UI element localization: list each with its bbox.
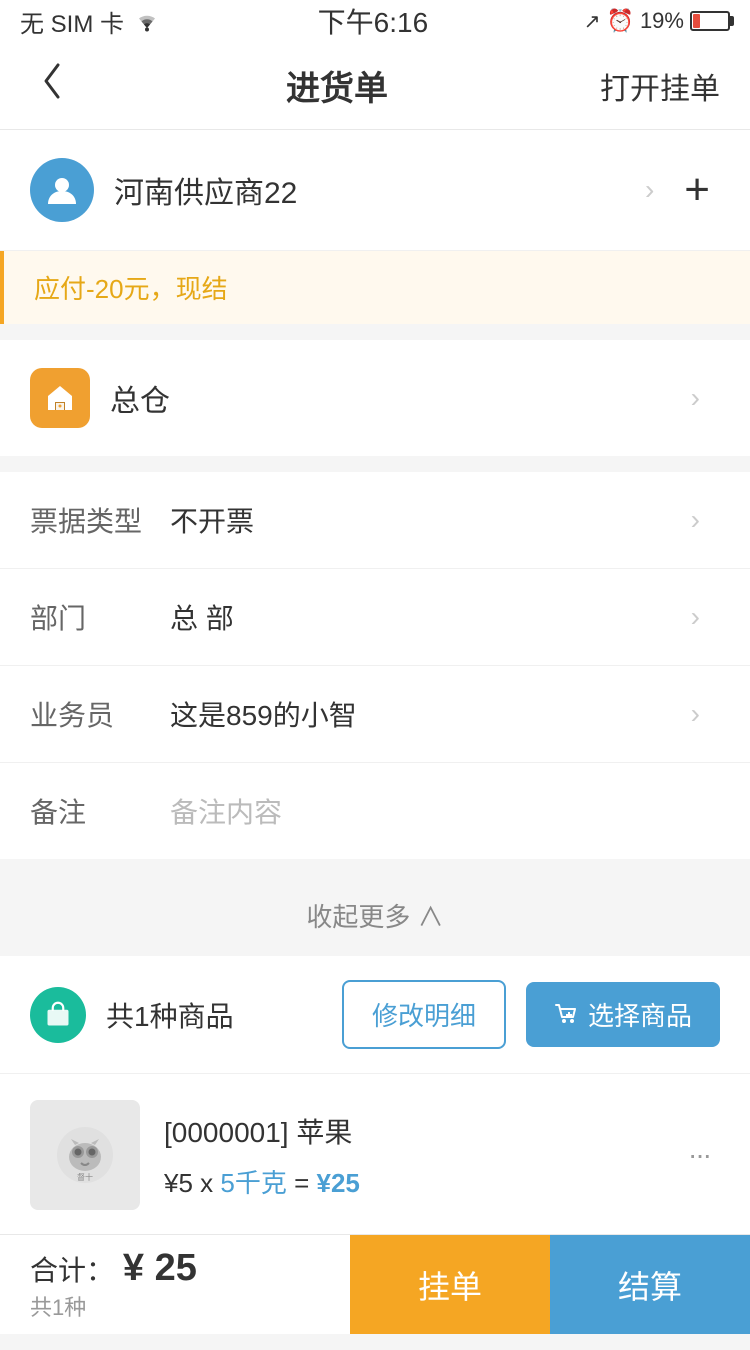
status-bar: 无 SIM 卡 下午6:16 ↗ ⏰ 19% xyxy=(0,0,750,42)
supplier-alert: 应付-20元，现结 xyxy=(0,251,750,324)
supplier-name: 河南供应商22 xyxy=(114,168,645,212)
bottom-total: 合计： ¥ 25 共1种 xyxy=(0,1247,350,1322)
total-number: ¥ 25 xyxy=(123,1247,197,1289)
battery-icon xyxy=(690,11,730,31)
remark-row[interactable]: 备注 备注内容 xyxy=(0,763,750,859)
bottom-bar: 合计： ¥ 25 共1种 挂单 结算 xyxy=(0,1234,750,1334)
nav-bar: 进货单 打开挂单 xyxy=(0,42,750,130)
product-price: ¥5 x 5千克 = ¥25 xyxy=(164,1163,654,1200)
product-info: [0000001] 苹果 ¥5 x 5千克 = ¥25 xyxy=(164,1111,654,1200)
collapse-more-button[interactable]: 收起更多 ∧ xyxy=(0,875,750,956)
edit-detail-button[interactable]: 修改明细 xyxy=(342,980,506,1049)
supplier-chevron-icon: › xyxy=(645,174,654,206)
select-product-button[interactable]: 选择商品 xyxy=(526,982,720,1047)
total-amount: 合计： ¥ 25 xyxy=(30,1247,320,1290)
salesman-label: 业务员 xyxy=(30,694,170,734)
dept-label: 部门 xyxy=(30,597,170,637)
invoice-value: 不开票 xyxy=(170,500,691,540)
products-icon xyxy=(30,987,86,1043)
salesman-row[interactable]: 业务员 这是859的小智 › xyxy=(0,666,750,763)
owl-logo-icon: 督十 xyxy=(55,1125,115,1185)
open-pending-button[interactable]: 打开挂单 xyxy=(600,64,720,108)
equals-sign: = xyxy=(294,1168,316,1198)
warehouse-row[interactable]: 总仓 › xyxy=(0,340,750,456)
product-name: [0000001] 苹果 xyxy=(164,1111,654,1151)
warehouse-section: 总仓 › xyxy=(0,340,750,456)
dept-value: 总 部 xyxy=(170,597,691,637)
carrier-text: 无 SIM 卡 xyxy=(20,4,124,39)
product-more-button[interactable]: ··· xyxy=(678,1129,720,1181)
pending-button[interactable]: 挂单 xyxy=(350,1235,550,1334)
dept-row[interactable]: 部门 总 部 › xyxy=(0,569,750,666)
dept-chevron-icon: › xyxy=(691,601,700,633)
product-code: [0000001] xyxy=(164,1117,296,1148)
total-value: ¥25 xyxy=(317,1168,360,1198)
warehouse-chevron-icon: › xyxy=(691,382,700,414)
battery-text: 19% xyxy=(640,8,684,34)
location-icon: ↗ xyxy=(584,9,601,34)
products-section: 共1种商品 修改明细 选择商品 xyxy=(0,956,750,1234)
salesman-chevron-icon: › xyxy=(691,698,700,730)
alarm-icon: ⏰ xyxy=(607,8,634,34)
svg-text:督十: 督十 xyxy=(77,1172,93,1182)
total-count: 共1种 xyxy=(30,1290,320,1322)
products-count: 共1种商品 xyxy=(106,995,322,1035)
supplier-row[interactable]: 河南供应商22 › + xyxy=(0,130,750,251)
product-title: 苹果 xyxy=(296,1117,352,1148)
status-right: ↗ ⏰ 19% xyxy=(584,8,730,34)
warehouse-name: 总仓 xyxy=(110,376,691,420)
product-thumbnail: 督十 xyxy=(30,1100,140,1210)
products-header: 共1种商品 修改明细 选择商品 xyxy=(0,956,750,1074)
checkout-button[interactable]: 结算 xyxy=(550,1235,750,1334)
select-product-label: 选择商品 xyxy=(588,996,692,1033)
remark-input[interactable]: 备注内容 xyxy=(170,791,720,831)
invoice-chevron-icon: › xyxy=(691,504,700,536)
wifi-icon xyxy=(132,10,162,32)
cart-icon xyxy=(554,1002,580,1028)
add-supplier-button[interactable]: + xyxy=(674,168,720,212)
product-item: 督十 [0000001] 苹果 ¥5 x 5千克 = ¥25 ··· xyxy=(0,1076,750,1234)
page-title: 进货单 xyxy=(286,61,388,110)
back-button[interactable] xyxy=(30,51,74,120)
salesman-value: 这是859的小智 xyxy=(170,694,691,734)
invoice-label: 票据类型 xyxy=(30,500,170,540)
invoice-row[interactable]: 票据类型 不开票 › xyxy=(0,472,750,569)
supplier-avatar xyxy=(30,158,94,222)
warehouse-icon xyxy=(30,368,90,428)
collapse-more-label: 收起更多 ∧ xyxy=(306,897,443,934)
form-section: 票据类型 不开票 › 部门 总 部 › 业务员 这是859的小智 › 备注 备注… xyxy=(0,472,750,859)
supplier-section: 河南供应商22 › + 应付-20元，现结 xyxy=(0,130,750,324)
price-value: ¥5 x xyxy=(164,1168,220,1198)
status-carrier: 无 SIM 卡 xyxy=(20,4,162,39)
status-time: 下午6:16 xyxy=(318,1,429,41)
quantity-value: 5千克 xyxy=(220,1168,286,1198)
remark-label: 备注 xyxy=(30,791,170,831)
total-label: 合计： xyxy=(30,1255,114,1286)
